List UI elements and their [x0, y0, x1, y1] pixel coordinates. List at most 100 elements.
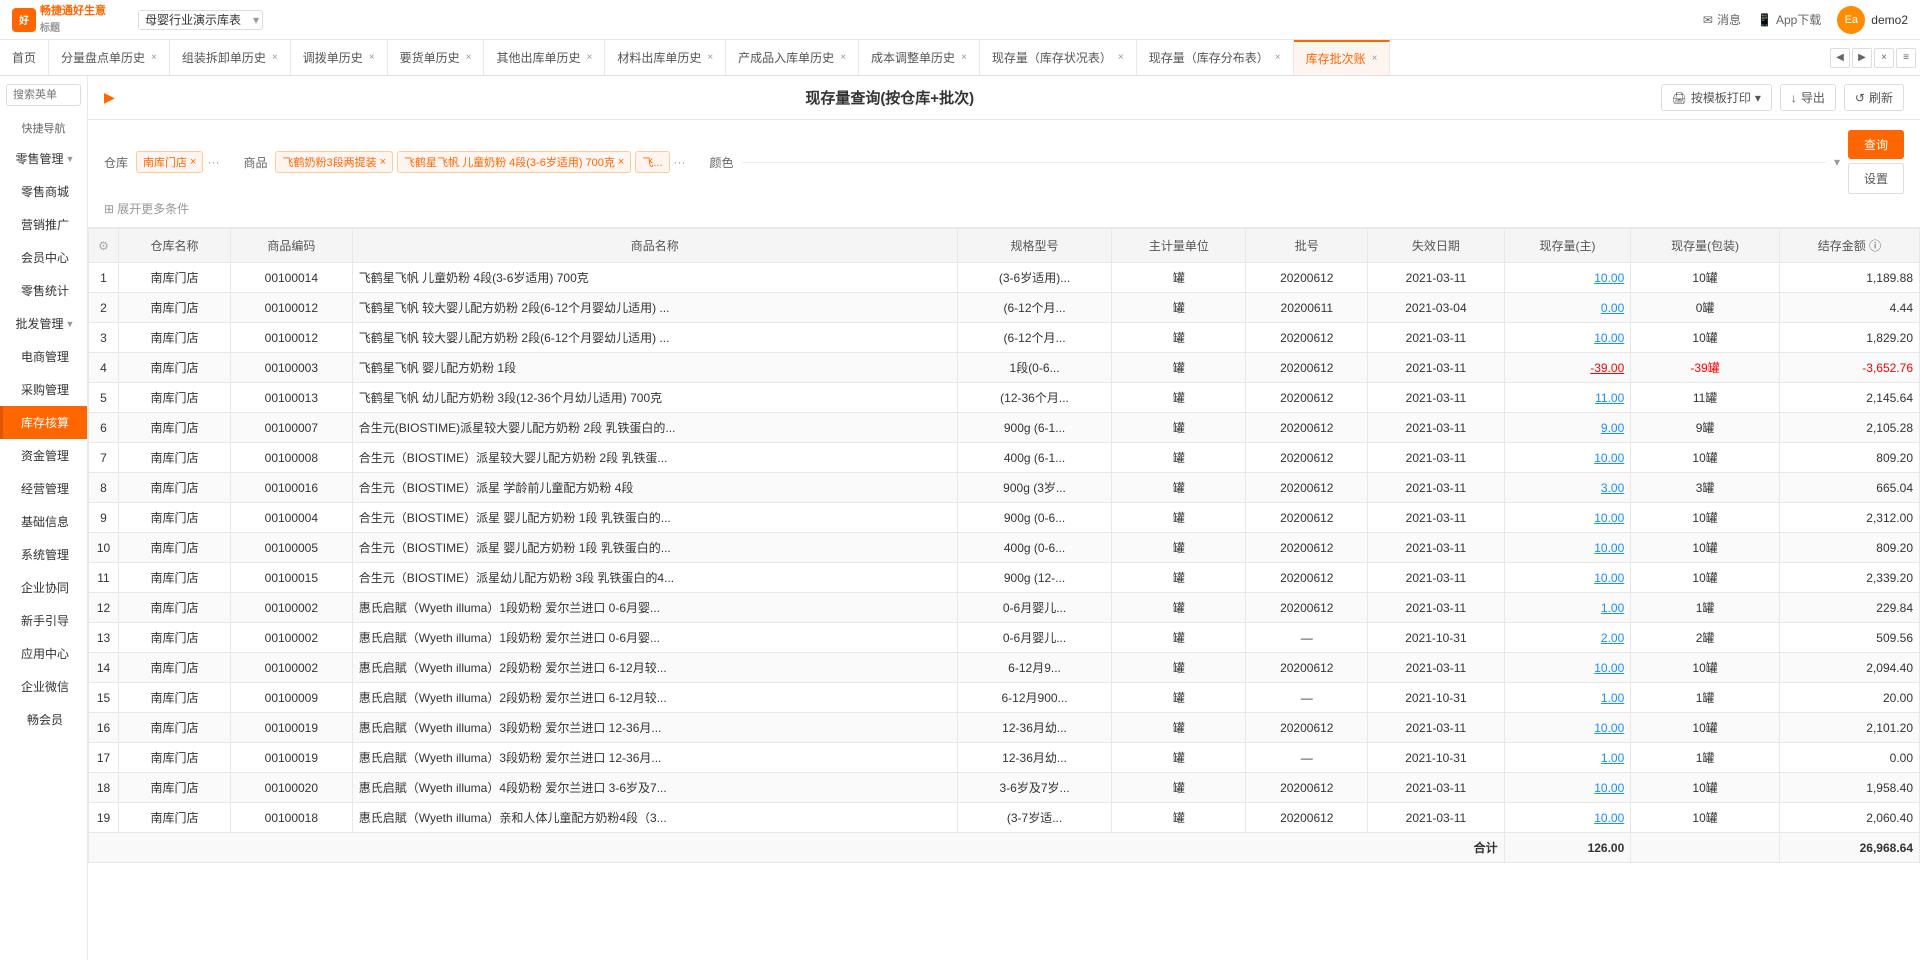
warehouse-tag-1-remove[interactable]: × [190, 156, 196, 168]
product-tag-1-remove[interactable]: × [380, 156, 386, 168]
sidebar-item-finance[interactable]: 资金管理 [0, 439, 87, 472]
cell-code: 00100015 [230, 563, 352, 593]
cell-warehouse: 南库门店 [119, 473, 231, 503]
messages-btn[interactable]: ✉ 消息 [1703, 11, 1741, 28]
tab-requisition-close[interactable]: × [466, 52, 472, 63]
tab-home[interactable]: 首页 [0, 40, 49, 76]
cell-qty-main[interactable]: 1.00 [1504, 743, 1631, 773]
col-settings[interactable]: ⚙ [89, 229, 119, 263]
cell-qty-main[interactable]: 10.00 [1504, 653, 1631, 683]
tab-other-out-close[interactable]: × [586, 52, 592, 63]
tab-transfer[interactable]: 调拨单历史 × [291, 40, 388, 76]
cell-qty-main[interactable]: 1.00 [1504, 593, 1631, 623]
cell-qty-main[interactable]: 10.00 [1504, 713, 1631, 743]
tab-batch-ledger[interactable]: 库存批次账 × [1294, 40, 1391, 76]
tab-other-out[interactable]: 其他出库单历史 × [484, 40, 605, 76]
tab-transfer-close[interactable]: × [369, 52, 375, 63]
tab-batch-ledger-close[interactable]: × [1372, 53, 1378, 64]
tab-next-btn[interactable]: ▶ [1852, 48, 1872, 68]
product-dots[interactable]: ··· [674, 155, 686, 169]
cell-amount: 20.00 [1779, 683, 1919, 713]
sidebar-item-marketing[interactable]: 营销推广 [0, 208, 87, 241]
sidebar-item-retail[interactable]: 零售管理 ▼ [0, 142, 87, 175]
app-download-btn[interactable]: 📱 App下载 [1757, 11, 1821, 28]
user-area[interactable]: Ea demo2 [1837, 6, 1908, 34]
refresh-btn[interactable]: ↺ 刷新 [1844, 84, 1904, 111]
sidebar-item-appstore[interactable]: 应用中心 [0, 637, 87, 670]
tab-product-in[interactable]: 产成品入库单历史 × [726, 40, 859, 76]
tab-prev-btn[interactable]: ◀ [1830, 48, 1850, 68]
search-input[interactable] [6, 84, 81, 106]
sidebar-item-ops[interactable]: 经营管理 [0, 472, 87, 505]
tab-product-in-close[interactable]: × [840, 52, 846, 63]
cell-qty-main[interactable]: 2.00 [1504, 623, 1631, 653]
warehouse-dots[interactable]: ··· [207, 155, 219, 169]
sidebar-item-retail-stats[interactable]: 零售统计 [0, 274, 87, 307]
tab-split[interactable]: 分量盘点单历史 × [49, 40, 170, 76]
cell-qty-main[interactable]: 10.00 [1504, 443, 1631, 473]
cell-qty-main[interactable]: 9.00 [1504, 413, 1631, 443]
sidebar-item-wholesale[interactable]: 批发管理 ▼ [0, 307, 87, 340]
sidebar-item-sys[interactable]: 系统管理 [0, 538, 87, 571]
cell-qty-main[interactable]: 10.00 [1504, 323, 1631, 353]
sidebar-item-stock[interactable]: 库存核算 [0, 406, 87, 439]
warehouse-selector[interactable]: 母婴行业演示库表 [130, 10, 263, 30]
cell-qty-main[interactable]: 11.00 [1504, 383, 1631, 413]
product-tag-2[interactable]: 飞鹤星飞帆 儿童奶粉 4段(3-6岁适用) 700克 × [397, 151, 631, 173]
warehouse-dropdown[interactable]: 母婴行业演示库表 [138, 10, 263, 30]
cell-qty-main[interactable]: 10.00 [1504, 503, 1631, 533]
tab-requisition[interactable]: 要货单历史 × [388, 40, 485, 76]
cell-qty-main[interactable]: 10.00 [1504, 533, 1631, 563]
tab-combo-close[interactable]: × [272, 52, 278, 63]
product-tag-2-remove[interactable]: × [618, 156, 624, 168]
cell-qty-main[interactable]: 3.00 [1504, 473, 1631, 503]
tab-stock-status[interactable]: 现存量（库存状况表） × [980, 40, 1137, 76]
product-tag-more[interactable]: 飞... [635, 151, 669, 173]
tab-menu-btn[interactable]: ≡ [1896, 48, 1916, 68]
sidebar-item-member2[interactable]: 畅会员 [0, 703, 87, 736]
cell-qty-main[interactable]: 10.00 [1504, 773, 1631, 803]
expand-conditions-btn[interactable]: ⊞ 展开更多条件 [104, 200, 1904, 217]
warehouse-tag-1[interactable]: 南库门店 × [136, 151, 203, 173]
tab-stock-dist[interactable]: 现存量（库存分布表） × [1137, 40, 1294, 76]
color-dropdown-icon[interactable]: ▾ [1834, 155, 1840, 169]
template-print-btn[interactable]: 🖨 按模板打印 ▾ [1661, 84, 1772, 111]
cell-expire: 2021-03-11 [1368, 773, 1504, 803]
cell-qty-main[interactable]: 10.00 [1504, 263, 1631, 293]
tab-cost-adj-close[interactable]: × [961, 52, 967, 63]
cell-qty-main[interactable]: 10.00 [1504, 563, 1631, 593]
tab-stock-status-close[interactable]: × [1118, 52, 1124, 63]
tab-material-out-close[interactable]: × [707, 52, 713, 63]
tab-cost-adj[interactable]: 成本调整单历史 × [859, 40, 980, 76]
tab-material-out[interactable]: 材料出库单历史 × [605, 40, 726, 76]
sidebar-item-purchase[interactable]: 采购管理 [0, 373, 87, 406]
tab-combo[interactable]: 组装拆卸单历史 × [170, 40, 291, 76]
cell-qty-main[interactable]: 0.00 [1504, 293, 1631, 323]
sidebar-item-ecommerce[interactable]: 电商管理 [0, 340, 87, 373]
table-row: 15 南库门店 00100009 惠氏启賦（Wyeth illuma）2段奶粉 … [89, 683, 1920, 713]
color-input-area[interactable] [742, 162, 1826, 163]
cell-qty-main[interactable]: 1.00 [1504, 683, 1631, 713]
tab-stock-dist-close[interactable]: × [1275, 52, 1281, 63]
tab-split-close[interactable]: × [151, 52, 157, 63]
tab-close-btn[interactable]: × [1874, 48, 1894, 68]
expand-arrow-icon[interactable]: ▶ [104, 89, 115, 106]
product-tag-1[interactable]: 飞鹤奶粉3段两提装 × [275, 151, 393, 173]
cell-warehouse: 南库门店 [119, 533, 231, 563]
table-wrapper[interactable]: ⚙ 仓库名称 商品编码 商品名称 规格型号 主计量单位 批号 失效日期 现存量(… [88, 228, 1920, 960]
cell-batch: 20200612 [1246, 773, 1368, 803]
query-btn[interactable]: 查询 [1848, 130, 1904, 159]
quick-nav-label[interactable]: 快捷导航 [0, 114, 87, 142]
cell-qty-main[interactable]: 10.00 [1504, 803, 1631, 833]
column-settings-icon[interactable]: ⚙ [98, 239, 109, 253]
cell-qty-main[interactable]: -39.00 [1504, 353, 1631, 383]
setting-btn[interactable]: 设置 [1848, 163, 1904, 194]
sidebar-item-base[interactable]: 基础信息 [0, 505, 87, 538]
sidebar-item-member[interactable]: 会员中心 [0, 241, 87, 274]
sidebar-item-wechat[interactable]: 企业微信 [0, 670, 87, 703]
sidebar-item-guide[interactable]: 新手引导 [0, 604, 87, 637]
data-table: ⚙ 仓库名称 商品编码 商品名称 规格型号 主计量单位 批号 失效日期 现存量(… [88, 228, 1920, 863]
sidebar-item-corp[interactable]: 企业协同 [0, 571, 87, 604]
export-btn[interactable]: ↓ 导出 [1780, 84, 1836, 111]
sidebar-item-retail-shop[interactable]: 零售商城 [0, 175, 87, 208]
